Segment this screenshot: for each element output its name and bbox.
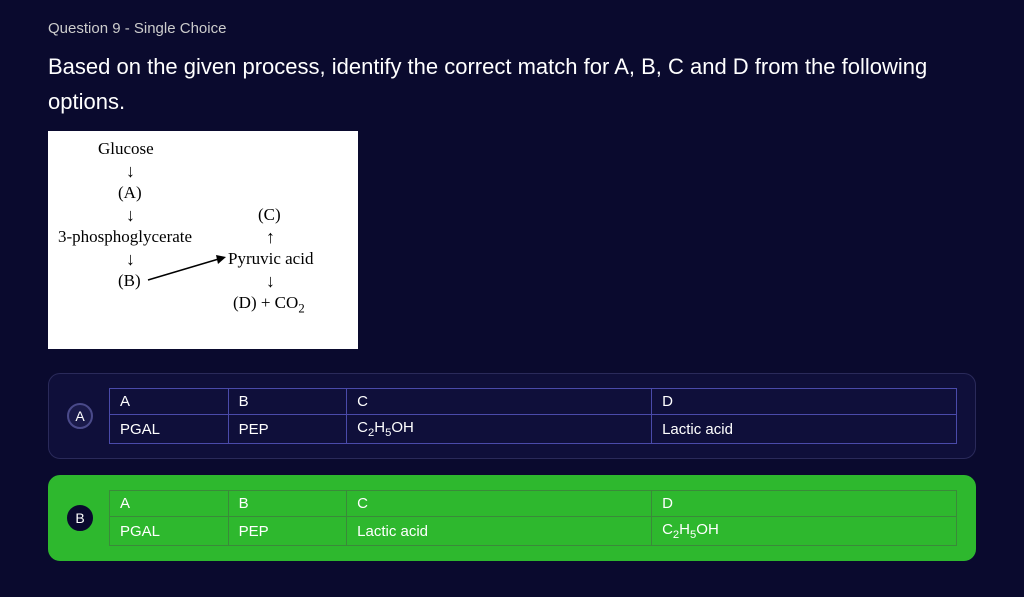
option-a[interactable]: A A B C D PGAL PEP C2H5OH Lactic acid bbox=[48, 373, 976, 459]
arrow-down-icon: ↓ bbox=[126, 205, 135, 226]
header-d: D bbox=[652, 491, 957, 517]
option-a-table: A B C D PGAL PEP C2H5OH Lactic acid bbox=[109, 388, 957, 444]
diagram-label-c: (C) bbox=[258, 205, 281, 225]
arrow-up-icon: ↑ bbox=[266, 227, 275, 248]
header-a: A bbox=[110, 491, 229, 517]
diagram-pyruvic: Pyruvic acid bbox=[228, 249, 313, 269]
arrow-down-icon: ↓ bbox=[266, 271, 275, 292]
header-b: B bbox=[228, 491, 347, 517]
value-a: PGAL bbox=[110, 517, 229, 546]
value-b: PEP bbox=[228, 415, 347, 444]
value-d: Lactic acid bbox=[652, 415, 957, 444]
diagram-label-a: (A) bbox=[118, 183, 142, 203]
header-c: C bbox=[347, 389, 652, 415]
arrow-down-icon: ↓ bbox=[126, 161, 135, 182]
value-d: C2H5OH bbox=[652, 517, 957, 546]
header-d: D bbox=[652, 389, 957, 415]
question-number: Question 9 - Single Choice bbox=[48, 20, 976, 37]
diagram-glucose: Glucose bbox=[98, 139, 154, 159]
option-b-table: A B C D PGAL PEP Lactic acid C2H5OH bbox=[109, 490, 957, 546]
diagram-label-b: (B) bbox=[118, 271, 141, 291]
diagram-phosphoglycerate: 3-phosphoglycerate bbox=[58, 227, 192, 247]
header-c: C bbox=[347, 491, 652, 517]
value-a: PGAL bbox=[110, 415, 229, 444]
process-diagram: Glucose ↓ (A) ↓ 3-phosphoglycerate ↓ (B)… bbox=[48, 131, 358, 349]
question-text: Based on the given process, identify the… bbox=[48, 49, 976, 119]
option-b[interactable]: B A B C D PGAL PEP Lactic acid C2H5OH bbox=[48, 475, 976, 561]
arrow-down-icon: ↓ bbox=[126, 249, 135, 270]
value-b: PEP bbox=[228, 517, 347, 546]
header-b: B bbox=[228, 389, 347, 415]
value-c: C2H5OH bbox=[347, 415, 652, 444]
arrow-diagonal-icon bbox=[146, 254, 228, 282]
option-badge-b: B bbox=[67, 505, 93, 531]
value-c: Lactic acid bbox=[347, 517, 652, 546]
option-badge-a: A bbox=[67, 403, 93, 429]
diagram-label-d: (D) + CO2 bbox=[233, 293, 305, 316]
header-a: A bbox=[110, 389, 229, 415]
